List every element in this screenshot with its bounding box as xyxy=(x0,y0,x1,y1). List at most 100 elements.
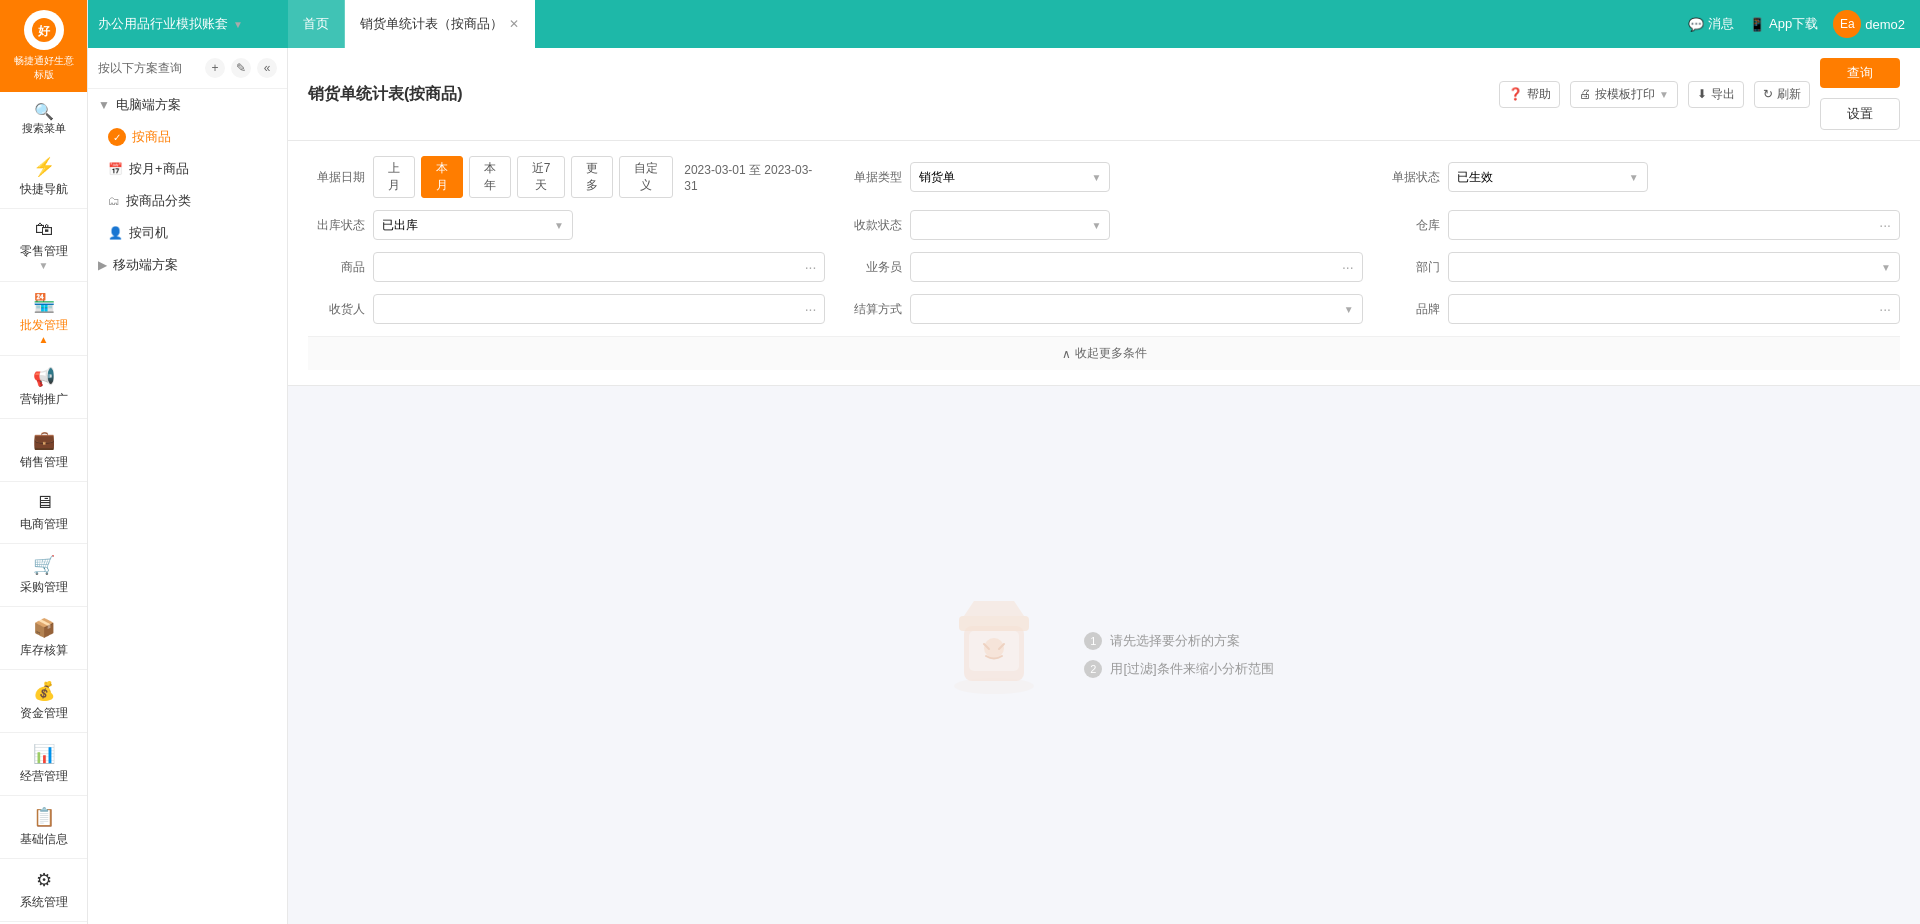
empty-illustration xyxy=(934,586,1054,725)
app-logo: 好 畅捷通好生意 标版 xyxy=(0,0,88,92)
message-btn[interactable]: 💬 消息 xyxy=(1688,15,1734,33)
salesperson-select[interactable]: ··· xyxy=(910,252,1362,282)
date-range-display: 2023-03-01 至 2023-03-31 xyxy=(684,162,825,193)
tree-item-by-product[interactable]: ✓ 按商品 xyxy=(88,121,287,153)
date-btn-7days[interactable]: 近7天 xyxy=(517,156,566,198)
app-download-btn[interactable]: 📱 App下载 xyxy=(1749,15,1818,33)
filter-department-field: 部门 ▼ xyxy=(1383,252,1900,282)
right-content: 销货单统计表(按商品) ❓ 帮助 🖨 按模板打印 ▼ ⬇ 导出 xyxy=(288,48,1920,924)
date-btn-last-month[interactable]: 上月 xyxy=(373,156,415,198)
salesperson-dots[interactable]: ··· xyxy=(1342,259,1354,275)
refresh-btn[interactable]: ↻ 刷新 xyxy=(1754,81,1810,108)
person-icon: 👤 xyxy=(108,226,123,240)
edit-scheme-btn[interactable]: ✎ xyxy=(231,58,251,78)
out-status-select[interactable]: 已出库 ▼ xyxy=(373,210,573,240)
sidebar-item-inventory[interactable]: 📦 库存核算 xyxy=(0,607,87,670)
warehouse-dots[interactable]: ··· xyxy=(1879,217,1891,233)
product-dots[interactable]: ··· xyxy=(805,259,817,275)
sidebar-item-finance[interactable]: 💰 资金管理 xyxy=(0,670,87,733)
tab-close-sales-stat[interactable]: ✕ xyxy=(509,17,519,31)
warehouse-select[interactable]: ··· xyxy=(1448,210,1900,240)
chevron-right-icon: ▶ xyxy=(98,258,107,272)
doc-type-label: 单据类型 xyxy=(845,169,910,186)
date-btn-this-month[interactable]: 本月 xyxy=(421,156,463,198)
svg-marker-9 xyxy=(964,601,1024,616)
filter-row-2: 出库状态 已出库 ▼ 收款状态 ▼ 仓库 xyxy=(308,210,1900,240)
tree-item-by-product-category[interactable]: 🗂 按商品分类 xyxy=(88,185,287,217)
filter-out-status-field: 出库状态 已出库 ▼ xyxy=(308,210,825,240)
add-scheme-btn[interactable]: + xyxy=(205,58,225,78)
filter-warehouse-field: 仓库 ··· xyxy=(1383,210,1900,240)
avatar: Ea xyxy=(1833,10,1861,38)
sidebar-item-sales[interactable]: 💼 销售管理 xyxy=(0,419,87,482)
filter-row-4: 收货人 ··· 结算方式 ▼ 品牌 xyxy=(308,294,1900,324)
chevron-down-icon: ▼ xyxy=(98,98,110,112)
sidebar-item-basic[interactable]: 📋 基础信息 xyxy=(0,796,87,859)
brand-dots[interactable]: ··· xyxy=(1879,301,1891,317)
filter-row-1: 单据日期 上月 本月 本年 近7天 更多 自定义 2023-03-01 至 20… xyxy=(308,156,1900,198)
sidebar-search[interactable]: 🔍 搜索菜单 xyxy=(0,92,87,146)
filter-area: 单据日期 上月 本月 本年 近7天 更多 自定义 2023-03-01 至 20… xyxy=(288,141,1920,386)
payment-method-label: 结算方式 xyxy=(845,301,910,318)
tree-mobile-group[interactable]: ▶ 移动端方案 xyxy=(88,249,287,281)
svg-rect-8 xyxy=(959,616,1029,631)
tab-sales-stat[interactable]: 销货单统计表（按商品） ✕ xyxy=(345,0,535,48)
collapse-filters-btn[interactable]: ∧ 收起更多条件 xyxy=(308,336,1900,370)
industry-selector[interactable]: 办公用品行业模拟账套 ▼ xyxy=(88,15,288,33)
main: 办公用品行业模拟账套 ▼ 首页 销货单统计表（按商品） ✕ 💬 消息 📱 App… xyxy=(88,0,1920,924)
print-btn[interactable]: 🖨 按模板打印 ▼ xyxy=(1570,81,1678,108)
doc-status-dropdown-icon: ▼ xyxy=(1629,172,1639,183)
warehouse-label: 仓库 xyxy=(1383,217,1448,234)
settings-btn[interactable]: 设置 xyxy=(1820,98,1900,130)
doc-status-select[interactable]: 已生效 ▼ xyxy=(1448,162,1648,192)
sidebar-item-wholesale[interactable]: 🏪 批发管理 ▲ xyxy=(0,282,87,356)
tab-home[interactable]: 首页 xyxy=(288,0,345,48)
recipient-select[interactable]: ··· xyxy=(373,294,825,324)
quick-nav-label: 快捷导航 xyxy=(20,181,68,198)
sidebar-item-ecommerce[interactable]: 🖥 电商管理 xyxy=(0,482,87,544)
date-btn-more[interactable]: 更多 xyxy=(571,156,613,198)
recipient-label: 收货人 xyxy=(308,301,373,318)
svg-text:好: 好 xyxy=(37,24,51,38)
collection-status-label: 收款状态 xyxy=(845,217,910,234)
industry-dropdown-arrow: ▼ xyxy=(233,19,243,30)
logo-text: 畅捷通好生意 标版 xyxy=(14,54,74,82)
sidebar: 好 畅捷通好生意 标版 🔍 搜索菜单 ⚡ 快捷导航 🛍 零售管理 ▼ 🏪 批发管… xyxy=(0,0,88,924)
topbar: 办公用品行业模拟账套 ▼ 首页 销货单统计表（按商品） ✕ 💬 消息 📱 App… xyxy=(88,0,1920,48)
brand-select[interactable]: ··· xyxy=(1448,294,1900,324)
doc-type-dropdown-icon: ▼ xyxy=(1091,172,1101,183)
collapse-panel-btn[interactable]: « xyxy=(257,58,277,78)
filter-brand-field: 品牌 ··· xyxy=(1383,294,1900,324)
chevron-up-icon: ∧ xyxy=(1062,347,1071,361)
date-btn-custom[interactable]: 自定义 xyxy=(619,156,673,198)
sidebar-item-operations[interactable]: 📊 经营管理 xyxy=(0,733,87,796)
tree-item-by-month-product[interactable]: 📅 按月+商品 xyxy=(88,153,287,185)
sidebar-item-marketing[interactable]: 📢 营销推广 xyxy=(0,356,87,419)
sidebar-item-system[interactable]: ⚙ 系统管理 xyxy=(0,859,87,922)
page-actions: ❓ 帮助 🖨 按模板打印 ▼ ⬇ 导出 ↻ 刷新 xyxy=(1499,58,1900,130)
sidebar-item-retail[interactable]: 🛍 零售管理 ▼ xyxy=(0,209,87,282)
product-select[interactable]: ··· xyxy=(373,252,825,282)
date-btn-this-year[interactable]: 本年 xyxy=(469,156,511,198)
product-label: 商品 xyxy=(308,259,373,276)
tree-desktop-group[interactable]: ▼ 电脑端方案 xyxy=(88,89,287,121)
empty-tip-2: 2 用[过滤]条件来缩小分析范围 xyxy=(1084,660,1273,678)
help-btn[interactable]: ❓ 帮助 xyxy=(1499,81,1560,108)
filter-payment-method-field: 结算方式 ▼ xyxy=(845,294,1362,324)
doc-type-select[interactable]: 销货单 ▼ xyxy=(910,162,1110,192)
user-avatar-btn[interactable]: Ea demo2 xyxy=(1833,10,1905,38)
date-filter: 上月 本月 本年 近7天 更多 自定义 2023-03-01 至 2023-03… xyxy=(373,156,825,198)
doc-status-label: 单据状态 xyxy=(1383,169,1448,186)
sidebar-item-quick-nav[interactable]: ⚡ 快捷导航 xyxy=(0,146,87,209)
collection-status-select[interactable]: ▼ xyxy=(910,210,1110,240)
query-btn[interactable]: 查询 xyxy=(1820,58,1900,88)
tree-item-by-cashier[interactable]: 👤 按司机 xyxy=(88,217,287,249)
recipient-dots[interactable]: ··· xyxy=(805,301,817,317)
department-select[interactable]: ▼ xyxy=(1448,252,1900,282)
payment-method-select[interactable]: ▼ xyxy=(910,294,1362,324)
sidebar-item-purchase[interactable]: 🛒 采购管理 xyxy=(0,544,87,607)
left-panel: 按以下方案查询 + ✎ « ▼ 电脑端方案 ✓ 按商品 📅 按月+商品 � xyxy=(88,48,288,924)
calendar-icon: 📅 xyxy=(108,162,123,176)
export-btn[interactable]: ⬇ 导出 xyxy=(1688,81,1744,108)
empty-tips: 1 请先选择要分析的方案 2 用[过滤]条件来缩小分析范围 xyxy=(1084,632,1273,678)
